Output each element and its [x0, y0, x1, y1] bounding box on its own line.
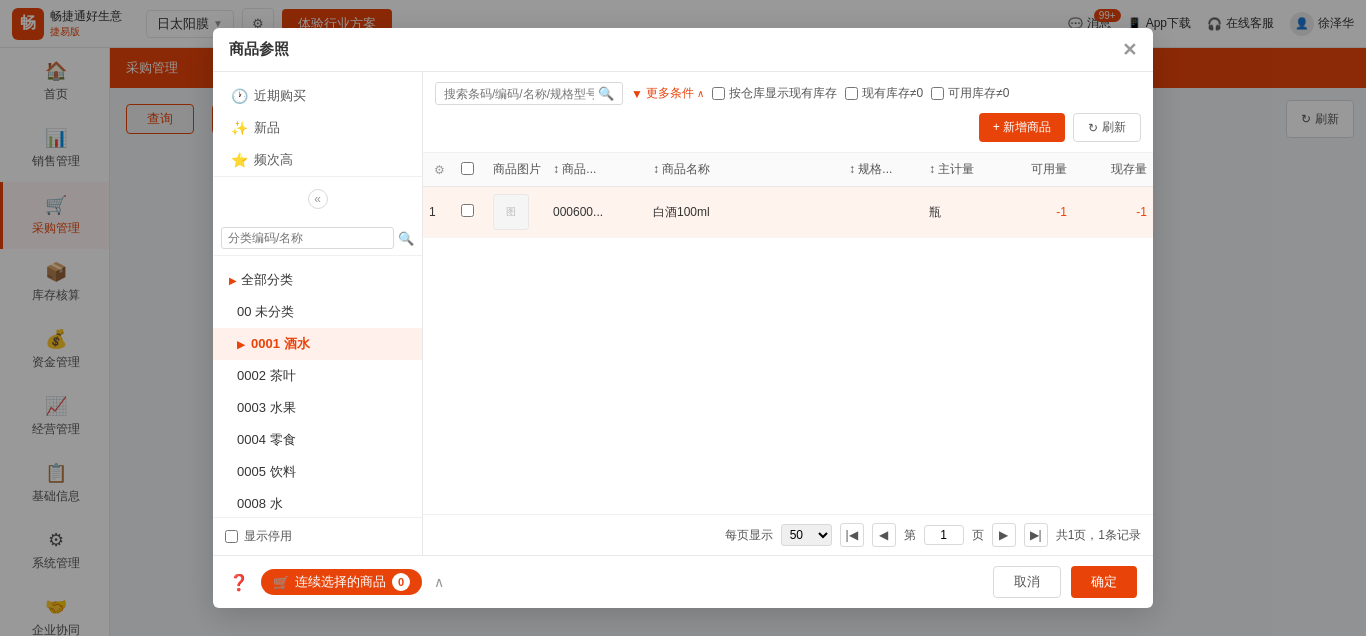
new-icon: ✨	[231, 120, 248, 136]
category-search-input[interactable]	[221, 227, 394, 249]
help-icon[interactable]: ❓	[229, 573, 249, 592]
cat-arrow-all: ▶	[229, 275, 237, 286]
product-search-input[interactable]	[444, 87, 594, 101]
th-stock: 现存量	[1073, 153, 1153, 187]
display-disabled-checkbox[interactable]	[225, 530, 238, 543]
category-search-row: 🔍	[213, 221, 422, 256]
th-checkbox	[455, 153, 487, 187]
modal-close-button[interactable]: ✕	[1122, 41, 1137, 59]
th-settings[interactable]: ⚙	[423, 153, 455, 187]
row-checkbox[interactable]	[461, 204, 474, 217]
cart-area[interactable]: 🛒 连续选择的商品 0	[261, 569, 422, 595]
more-filter-button[interactable]: ▼ 更多条件 ∧	[631, 85, 704, 102]
td-unit: 瓶	[923, 187, 993, 238]
td-code: 000600...	[547, 187, 647, 238]
modal-header: 商品参照 ✕	[213, 28, 1153, 72]
product-table-area: ⚙ 商品图片 ↕ 商品... ↕ 商品名称 ↕ 规格...	[423, 153, 1153, 514]
table-row[interactable]: 1 图 000600... 白酒100ml 瓶 -1 -1	[423, 187, 1153, 238]
tab-new-products[interactable]: ✨ 新品	[221, 112, 414, 144]
checkbox-available-stock-label[interactable]: 可用库存≠0	[931, 85, 1009, 102]
collapse-cart-button[interactable]: ∧	[434, 574, 444, 590]
sort-spec-icon: ↕	[849, 162, 855, 176]
add-product-button[interactable]: + 新增商品	[979, 113, 1065, 142]
product-reference-modal: 商品参照 ✕ 🕐 近期购买 ✨ 新品 ⭐ 频次高 «	[213, 28, 1153, 608]
tab-recent-purchase[interactable]: 🕐 近期购买	[221, 80, 414, 112]
cat-all[interactable]: ▶ 全部分类	[213, 264, 422, 296]
cart-icon: 🛒	[273, 575, 289, 590]
cat-snack[interactable]: 0004 零食	[213, 424, 422, 456]
select-all-checkbox[interactable]	[461, 162, 474, 175]
total-info: 共1页，1条记录	[1056, 527, 1141, 544]
filter-icon: ▼	[631, 87, 643, 101]
product-image: 图	[493, 194, 529, 230]
th-code[interactable]: ↕ 商品...	[547, 153, 647, 187]
table-refresh-button[interactable]: ↻ 刷新	[1073, 113, 1141, 142]
th-name[interactable]: ↕ 商品名称	[647, 153, 843, 187]
checkbox-warehouse-label[interactable]: 按仓库显示现有库存	[712, 85, 837, 102]
cat-tea[interactable]: 0002 茶叶	[213, 360, 422, 392]
checkbox-warehouse[interactable]	[712, 87, 725, 100]
cat-water[interactable]: 0008 水	[213, 488, 422, 517]
sort-unit-icon: ↕	[929, 162, 935, 176]
cart-count-badge: 0	[392, 573, 410, 591]
first-page-button[interactable]: |◀	[840, 523, 864, 547]
cancel-button[interactable]: 取消	[993, 566, 1061, 598]
td-image: 图	[487, 187, 547, 238]
product-table: ⚙ 商品图片 ↕ 商品... ↕ 商品名称 ↕ 规格...	[423, 153, 1153, 238]
category-search-icon[interactable]: 🔍	[398, 231, 414, 246]
star-icon: ⭐	[231, 152, 248, 168]
clock-icon: 🕐	[231, 88, 248, 104]
pagination-row: 每页显示 10 20 50 100 |◀ ◀ 第 页 ▶ ▶| 共1页，1条记录	[423, 514, 1153, 555]
filter-row: 🔍 ▼ 更多条件 ∧ 按仓库显示现有库存 现有库存≠0 可用库存≠0	[423, 72, 1153, 153]
cat-arrow-liquor: ▶	[237, 339, 245, 350]
td-row-num: 1	[423, 187, 455, 238]
td-spec	[843, 187, 923, 238]
confirm-button[interactable]: 确定	[1071, 566, 1137, 598]
display-disabled-row: 显示停用	[213, 517, 422, 555]
checkbox-available-stock[interactable]	[931, 87, 944, 100]
checkbox-current-stock-label[interactable]: 现有库存≠0	[845, 85, 923, 102]
page-size-select[interactable]: 10 20 50 100	[781, 524, 832, 546]
tab-frequent[interactable]: ⭐ 频次高	[221, 144, 414, 176]
td-stock: -1	[1073, 187, 1153, 238]
modal-right-panel: 🔍 ▼ 更多条件 ∧ 按仓库显示现有库存 现有库存≠0 可用库存≠0	[423, 72, 1153, 555]
th-image: 商品图片	[487, 153, 547, 187]
th-unit[interactable]: ↕ 主计量	[923, 153, 993, 187]
table-action-btns: + 新增商品 ↻ 刷新	[979, 113, 1141, 142]
footer-buttons: 取消 确定	[993, 566, 1137, 598]
chevron-up-icon: ∧	[697, 88, 704, 99]
cat-liquor[interactable]: ▶ 0001 酒水	[213, 328, 422, 360]
sort-name-icon: ↕	[653, 162, 659, 176]
next-page-button[interactable]: ▶	[992, 523, 1016, 547]
quick-tabs: 🕐 近期购买 ✨ 新品 ⭐ 频次高	[213, 72, 422, 177]
page-number-input[interactable]	[924, 525, 964, 545]
modal-body: 🕐 近期购买 ✨ 新品 ⭐ 频次高 « 🔍	[213, 72, 1153, 555]
collapse-button[interactable]: «	[308, 189, 328, 209]
cat-uncategorized[interactable]: 00 未分类	[213, 296, 422, 328]
prev-page-button[interactable]: ◀	[872, 523, 896, 547]
td-available: -1	[993, 187, 1073, 238]
modal-footer: ❓ 🛒 连续选择的商品 0 ∧ 取消 确定	[213, 555, 1153, 608]
refresh-icon: ↻	[1088, 121, 1098, 135]
cat-fruit[interactable]: 0003 水果	[213, 392, 422, 424]
td-name: 白酒100ml	[647, 187, 843, 238]
modal-title: 商品参照	[229, 40, 289, 59]
search-icon[interactable]: 🔍	[598, 86, 614, 101]
modal-left-panel: 🕐 近期购买 ✨ 新品 ⭐ 频次高 « 🔍	[213, 72, 423, 555]
th-spec[interactable]: ↕ 规格...	[843, 153, 923, 187]
checkbox-current-stock[interactable]	[845, 87, 858, 100]
last-page-button[interactable]: ▶|	[1024, 523, 1048, 547]
th-available: 可用量	[993, 153, 1073, 187]
cat-beverage[interactable]: 0005 饮料	[213, 456, 422, 488]
td-checkbox	[455, 187, 487, 238]
product-search-bar: 🔍	[435, 82, 623, 105]
category-tree: ▶ 全部分类 00 未分类 ▶ 0001 酒水 0002 茶叶 0003 水果	[213, 256, 422, 517]
